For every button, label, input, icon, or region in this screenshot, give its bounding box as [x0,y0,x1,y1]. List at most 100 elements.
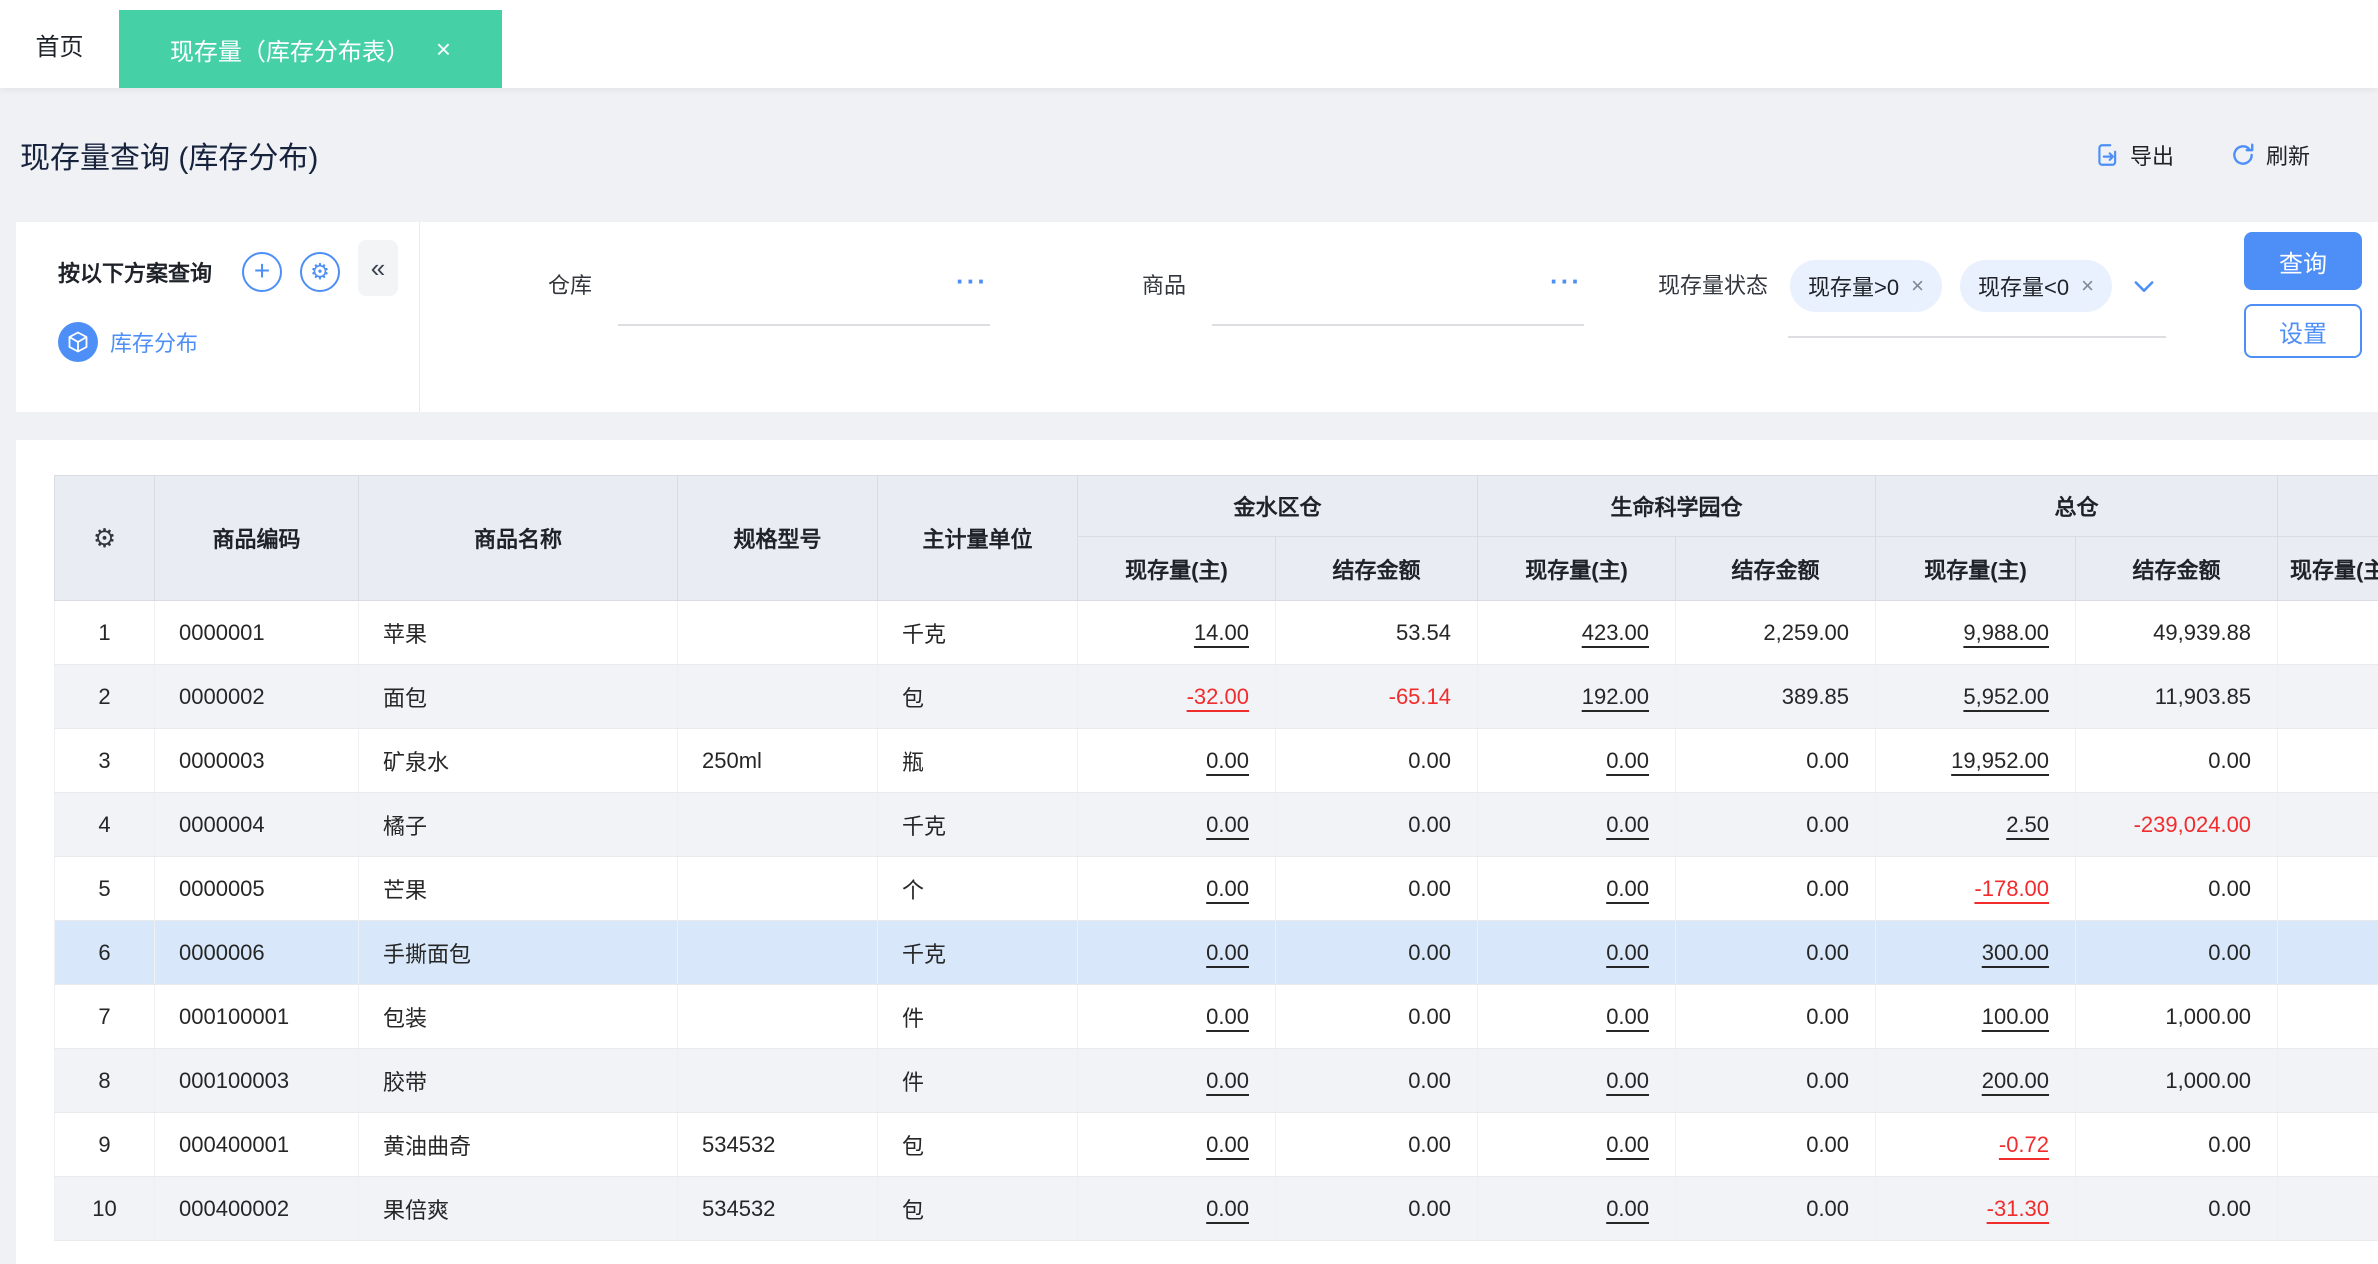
qty-link[interactable]: 200.00 [1982,1068,2049,1093]
cell-qty: 0.00 [1077,920,1276,985]
table-row[interactable]: 6 0000006 手撕面包 千克 0.00 0.00 0.00 0.00 30… [54,920,2378,985]
table-row[interactable]: 3 0000003 矿泉水 250ml 瓶 0.00 0.00 0.00 0.0… [54,728,2378,793]
qty-link[interactable]: 14.00 [1194,620,1249,645]
export-button[interactable]: 导出 [2094,139,2174,171]
col-header-product-name: 商品名称 [358,475,678,601]
table-row[interactable]: 1 0000001 苹果 千克 14.00 53.54 423.00 2,259… [54,600,2378,665]
cell-product-name: 果倍爽 [358,1176,678,1241]
qty-link[interactable]: 19,952.00 [1951,748,2049,773]
row-index: 8 [54,1048,155,1113]
column-settings-gear-icon[interactable]: ⚙ [54,475,155,601]
qty-link[interactable]: 0.00 [1206,748,1249,773]
qty-link[interactable]: -178.00 [1974,876,2049,901]
cell-qty: 0.00 [1077,1112,1276,1177]
query-button[interactable]: 查询 [2244,232,2362,290]
qty-link[interactable]: -32.00 [1187,684,1249,709]
cell-spec-model [677,664,878,729]
scheme-settings-button[interactable]: ⚙ [300,252,341,292]
cell-partial [2277,1112,2378,1177]
cell-product-name: 手撕面包 [358,920,678,985]
qty-link[interactable]: 423.00 [1582,620,1649,645]
cell-amount: 1,000.00 [2075,984,2279,1049]
add-scheme-button[interactable]: + [242,252,283,292]
qty-link[interactable]: 0.00 [1606,1196,1649,1221]
cell-amount: 0.00 [1275,728,1479,793]
tab-home[interactable]: 首页 [0,0,119,88]
cell-product-name: 苹果 [358,600,678,665]
group-header-jinshui-warehouse: 金水区仓 [1076,475,1479,537]
row-index: 2 [54,664,155,729]
collapse-panel-button[interactable]: « [358,240,399,296]
warehouse-picker-ellipsis-icon[interactable]: ··· [956,266,988,297]
cell-amount: 0.00 [1675,728,1877,793]
sub-header-qty: 现存量(主) [1477,536,1677,601]
qty-link[interactable]: 192.00 [1582,684,1649,709]
qty-link[interactable]: 0.00 [1206,1132,1249,1157]
qty-link[interactable]: 0.00 [1606,940,1649,965]
qty-link[interactable]: 0.00 [1606,812,1649,837]
cell-spec-model [677,600,878,665]
cell-amount: 0.00 [2075,920,2279,985]
cell-qty: 0.00 [1077,1176,1276,1241]
cell-partial [2277,792,2378,857]
tag-close-icon[interactable]: × [1911,273,1924,299]
qty-link[interactable]: 0.00 [1606,876,1649,901]
cell-spec-model: 534532 [677,1112,878,1177]
cell-qty: 0.00 [1477,984,1677,1049]
cell-product-name: 芒果 [358,856,678,921]
tag-close-icon[interactable]: × [2081,273,2094,299]
table-row[interactable]: 5 0000005 芒果 个 0.00 0.00 0.00 0.00 -178.… [54,856,2378,921]
cell-qty: 14.00 [1077,600,1276,665]
qty-link[interactable]: 2.50 [2006,812,2049,837]
cell-partial [2277,728,2378,793]
qty-link[interactable]: 0.00 [1206,812,1249,837]
cell-amount: 0.00 [1275,856,1479,921]
product-picker-ellipsis-icon[interactable]: ··· [1550,266,1582,297]
qty-link[interactable]: 0.00 [1206,876,1249,901]
cell-main-unit: 件 [877,1048,1078,1113]
cell-amount: 0.00 [1675,856,1877,921]
cell-amount: 0.00 [2075,1176,2279,1241]
tab-inventory-distribution[interactable]: 现存量（库存分布表） × [119,10,502,88]
qty-link[interactable]: 0.00 [1206,1196,1249,1221]
sub-header-qty: 现存量(主) [1077,536,1276,601]
qty-link[interactable]: 0.00 [1606,1132,1649,1157]
qty-link[interactable]: 300.00 [1982,940,2049,965]
cell-amount: -239,024.00 [2075,792,2279,857]
cell-qty: 19,952.00 [1875,728,2077,793]
table-row[interactable]: 4 0000004 橘子 千克 0.00 0.00 0.00 0.00 2.50… [54,792,2378,857]
qty-link[interactable]: 0.00 [1206,1068,1249,1093]
cell-main-unit: 件 [877,984,1078,1049]
stock-status-input[interactable]: 现存量>0 × 现存量<0 × [1788,260,2167,338]
cell-qty: 0.00 [1477,728,1677,793]
tab-close-icon[interactable]: × [436,36,451,62]
chevron-down-icon[interactable] [2130,272,2158,305]
qty-link[interactable]: 0.00 [1606,1068,1649,1093]
row-index: 5 [54,856,155,921]
qty-link[interactable]: 100.00 [1982,1004,2049,1029]
scheme-item-inventory-distribution[interactable]: 库存分布 [58,322,419,362]
qty-link[interactable]: -31.30 [1987,1196,2049,1221]
sub-header-amount: 结存金额 [2075,536,2279,601]
qty-link[interactable]: -0.72 [1999,1132,2049,1157]
table-row[interactable]: 2 0000002 面包 包 -32.00 -65.14 192.00 389.… [54,664,2378,729]
cell-qty: 0.00 [1477,856,1677,921]
group-header-life-science-warehouse: 生命科学园仓 [1477,475,1877,537]
qty-link[interactable]: 9,988.00 [1963,620,2049,645]
table-row[interactable]: 7 000100001 包装 件 0.00 0.00 0.00 0.00 100… [54,984,2378,1049]
cell-product-name: 橘子 [358,792,678,857]
refresh-button[interactable]: 刷新 [2230,139,2310,171]
table-row[interactable]: 10 000400002 果倍爽 534532 包 0.00 0.00 0.00… [54,1176,2378,1241]
settings-button[interactable]: 设置 [2244,304,2362,358]
qty-link[interactable]: 0.00 [1206,1004,1249,1029]
product-input[interactable]: ··· [1212,260,1585,326]
qty-link[interactable]: 0.00 [1606,1004,1649,1029]
qty-link[interactable]: 0.00 [1206,940,1249,965]
warehouse-input[interactable]: ··· [618,260,991,326]
qty-link[interactable]: 0.00 [1606,748,1649,773]
cell-amount: 0.00 [1275,1048,1479,1113]
table-row[interactable]: 9 000400001 黄油曲奇 534532 包 0.00 0.00 0.00… [54,1112,2378,1177]
row-index: 1 [54,600,155,665]
qty-link[interactable]: 5,952.00 [1963,684,2049,709]
table-row[interactable]: 8 000100003 胶带 件 0.00 0.00 0.00 0.00 200… [54,1048,2378,1113]
